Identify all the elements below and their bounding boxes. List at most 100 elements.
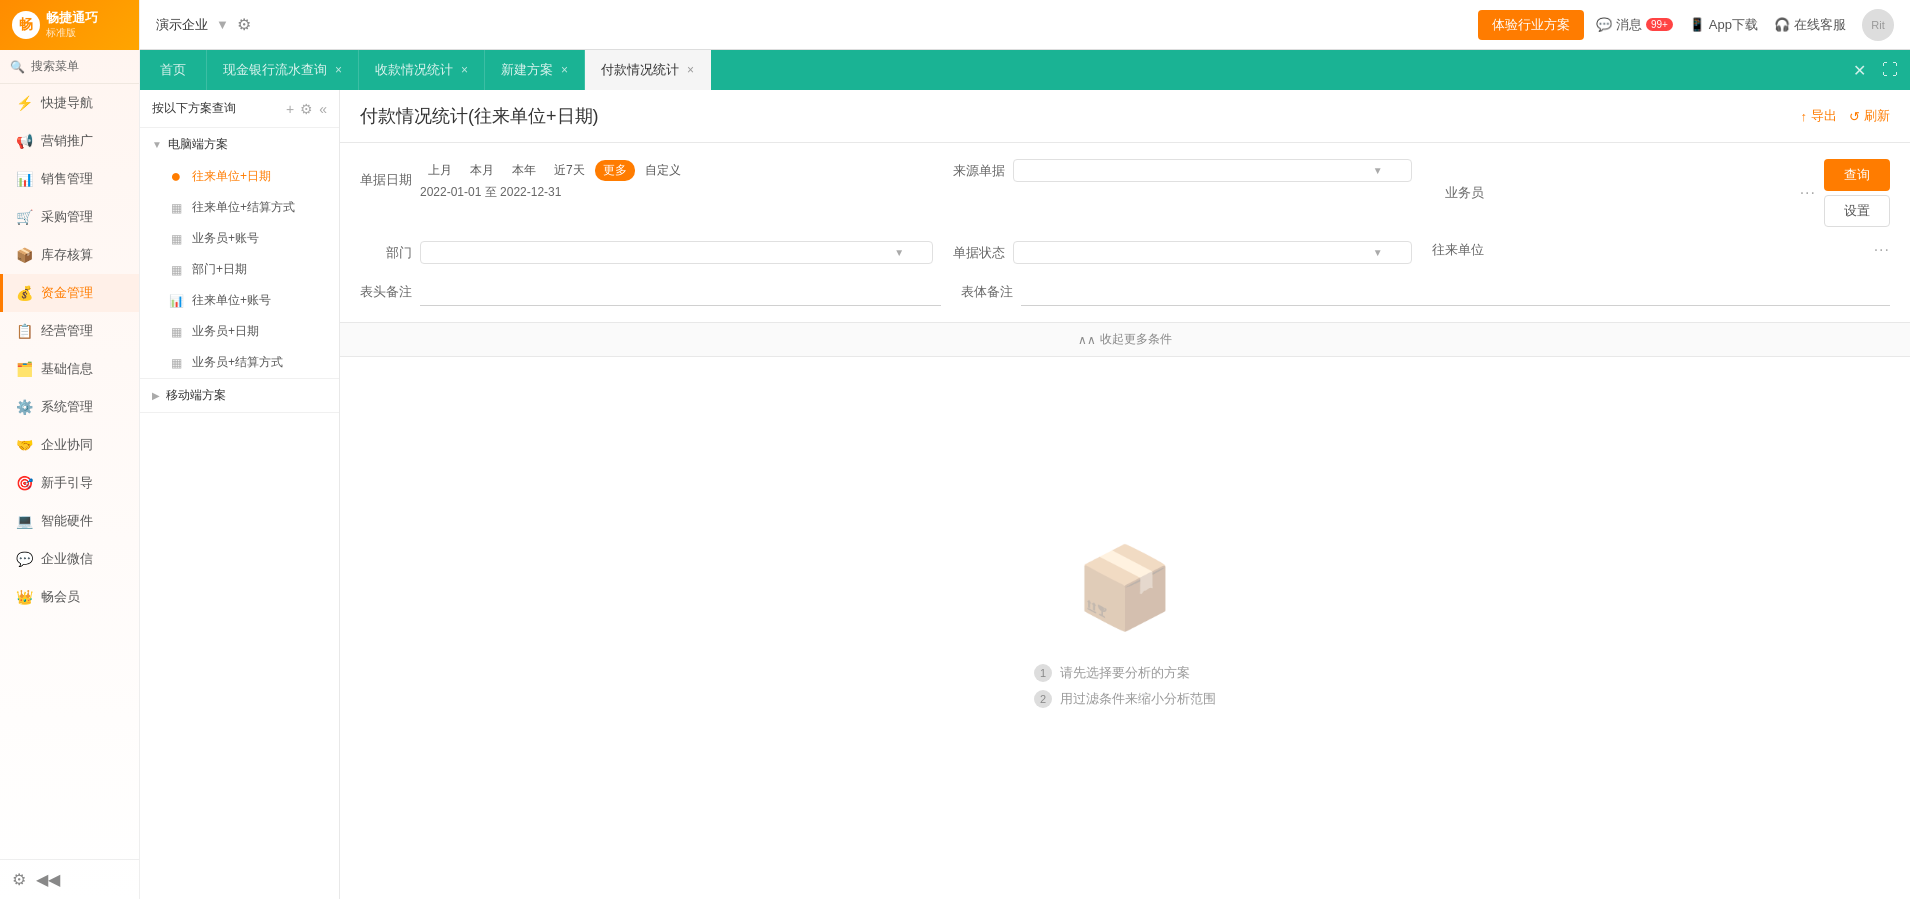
content-area: 按以下方案查询 + ⚙ « ▼ 电脑端方案 ● 往来单位+日期 ▦ (140, 90, 1910, 899)
tab-bank-flow-close[interactable]: × (335, 63, 342, 77)
collapse-sidebar-icon[interactable]: ◀◀ (36, 870, 60, 889)
sidebar-item-collab[interactable]: 🤝 企业协同 (0, 426, 139, 464)
add-scheme-icon[interactable]: + (286, 101, 294, 117)
scheme-item-staff-settle[interactable]: ▦ 业务员+结算方式 (140, 347, 339, 378)
staff-label: 业务员 (1432, 184, 1484, 202)
app-download-btn[interactable]: 📱 App下载 (1689, 16, 1758, 34)
sidebar-item-basic-info[interactable]: 🗂️ 基础信息 (0, 350, 139, 388)
body-note-input[interactable] (1021, 278, 1890, 303)
date-btn-more[interactable]: 更多 (595, 160, 635, 181)
sidebar-item-label: 基础信息 (41, 360, 93, 378)
search-menu[interactable]: 🔍 搜索菜单 (0, 50, 139, 84)
scheme-group-mobile-header[interactable]: ▶ 移动端方案 (140, 379, 339, 412)
sidebar-item-member[interactable]: 👑 畅会员 (0, 578, 139, 616)
voucher-status-select[interactable]: ▼ (1013, 241, 1411, 264)
tip2-text: 用过滤条件来缩小分析范围 (1060, 690, 1216, 708)
export-label: 导出 (1811, 107, 1837, 125)
tab-new-scheme-label: 新建方案 (501, 61, 553, 79)
date-btn-7days[interactable]: 近7天 (546, 159, 593, 182)
user-avatar[interactable]: Rit (1862, 9, 1894, 41)
app-download-label: App下载 (1709, 16, 1758, 34)
sidebar-item-label: 销售管理 (41, 170, 93, 188)
tab-receivable-label: 收款情况统计 (375, 61, 453, 79)
sidebar-item-purchase[interactable]: 🛒 采购管理 (0, 198, 139, 236)
scheme-item-partner-account[interactable]: 📊 往来单位+账号 (140, 285, 339, 316)
sidebar-item-sales[interactable]: 📊 销售管理 (0, 160, 139, 198)
messages-badge: 99+ (1646, 18, 1673, 31)
messages-label: 消息 (1616, 16, 1642, 34)
scheme-item-staff-date[interactable]: ▦ 业务员+日期 (140, 316, 339, 347)
search-icon: 🔍 (10, 60, 25, 74)
collapse-left-panel-icon[interactable]: « (319, 101, 327, 117)
online-service-btn[interactable]: 🎧 在线客服 (1774, 16, 1846, 34)
date-btn-this-month[interactable]: 本月 (462, 159, 502, 182)
collapse-chevron-icon: ∧∧ (1078, 333, 1096, 347)
scheme-item-partner-date[interactable]: ● 往来单位+日期 (140, 161, 339, 192)
page-header: 付款情况统计(往来单位+日期) ↑ 导出 ↺ 刷新 (340, 90, 1910, 143)
tab-receivable-close[interactable]: × (461, 63, 468, 77)
sidebar-item-finance[interactable]: 💰 资金管理 (0, 274, 139, 312)
tab-bank-flow[interactable]: 现金银行流水查询 × (207, 50, 359, 90)
refresh-btn[interactable]: ↺ 刷新 (1849, 107, 1890, 125)
tab-receivable[interactable]: 收款情况统计 × (359, 50, 485, 90)
topbar-settings-icon[interactable]: ⚙ (237, 15, 251, 34)
export-btn[interactable]: ↑ 导出 (1801, 107, 1838, 125)
scheme-item-staff-account[interactable]: ▦ 业务员+账号 (140, 223, 339, 254)
sidebar-item-operations[interactable]: 📋 经营管理 (0, 312, 139, 350)
source-voucher-select[interactable]: ▼ (1013, 159, 1411, 182)
filter-settings-button[interactable]: 设置 (1824, 195, 1890, 227)
left-panel-title: 按以下方案查询 (152, 100, 236, 117)
tab-home-label: 首页 (160, 61, 186, 79)
header-note-input[interactable] (420, 278, 941, 303)
sidebar-item-label: 新手引导 (41, 474, 93, 492)
settings-icon[interactable]: ⚙ (12, 870, 26, 889)
scheme-item-partner-settle[interactable]: ▦ 往来单位+结算方式 (140, 192, 339, 223)
sidebar-item-wechat[interactable]: 💬 企业微信 (0, 540, 139, 578)
logo-icon: 畅 (12, 11, 40, 39)
sidebar-item-quick-nav[interactable]: ⚡ 快捷导航 (0, 84, 139, 122)
export-icon: ↑ (1801, 109, 1808, 124)
system-icon: ⚙️ (15, 399, 33, 415)
scheme-group-desktop-header[interactable]: ▼ 电脑端方案 (140, 128, 339, 161)
collapse-bar[interactable]: ∧∧ 收起更多条件 (340, 323, 1910, 357)
body-note-input-wrap (1021, 278, 1890, 306)
scheme-settings-icon[interactable]: ⚙ (300, 101, 313, 117)
finance-icon: 💰 (15, 285, 33, 301)
dept-select[interactable]: ▼ (420, 241, 933, 264)
close-all-tabs-icon[interactable]: ✕ (1849, 57, 1870, 84)
messages-btn[interactable]: 💬 消息 99+ (1596, 16, 1673, 34)
mobile-group-label: 移动端方案 (166, 387, 226, 404)
sidebar-item-label: 企业微信 (41, 550, 93, 568)
partner-dots[interactable]: ··· (1874, 241, 1890, 259)
guide-icon: 🎯 (15, 475, 33, 491)
date-btn-last-month[interactable]: 上月 (420, 159, 460, 182)
main-content: 演示企业 ▼ ⚙ 体验行业方案 💬 消息 99+ 📱 App下载 🎧 在线客服 … (140, 0, 1910, 899)
sidebar-item-label: 快捷导航 (41, 94, 93, 112)
filter-row-3: 表头备注 表体备注 (360, 278, 1890, 306)
query-button[interactable]: 查询 (1824, 159, 1890, 191)
staff-dots[interactable]: ··· (1800, 184, 1816, 202)
sidebar-item-inventory[interactable]: 📦 库存核算 (0, 236, 139, 274)
wechat-icon: 💬 (15, 551, 33, 567)
tab-payment-stat-close[interactable]: × (687, 63, 694, 77)
trial-btn[interactable]: 体验行业方案 (1478, 10, 1584, 40)
scheme-item-dept-date[interactable]: ▦ 部门+日期 (140, 254, 339, 285)
sidebar-item-marketing[interactable]: 📢 营销推广 (0, 122, 139, 160)
tab-bank-flow-label: 现金银行流水查询 (223, 61, 327, 79)
date-btn-this-year[interactable]: 本年 (504, 159, 544, 182)
collab-icon: 🤝 (15, 437, 33, 453)
sidebar-item-smart-hw[interactable]: 💻 智能硬件 (0, 502, 139, 540)
source-voucher-arrow: ▼ (1373, 165, 1383, 176)
tab-new-scheme[interactable]: 新建方案 × (485, 50, 585, 90)
message-icon: 💬 (1596, 17, 1612, 32)
sidebar-item-label: 系统管理 (41, 398, 93, 416)
tab-home[interactable]: 首页 (140, 50, 207, 90)
tab-new-scheme-close[interactable]: × (561, 63, 568, 77)
sidebar-item-guide[interactable]: 🎯 新手引导 (0, 464, 139, 502)
expand-tabs-icon[interactable]: ⛶ (1878, 57, 1902, 83)
tab-payment-stat[interactable]: 付款情况统计 × (585, 50, 711, 90)
sidebar-item-system[interactable]: ⚙️ 系统管理 (0, 388, 139, 426)
collapse-btn[interactable]: ∧∧ 收起更多条件 (1078, 331, 1172, 348)
refresh-label: 刷新 (1864, 107, 1890, 125)
date-btn-custom[interactable]: 自定义 (637, 159, 689, 182)
